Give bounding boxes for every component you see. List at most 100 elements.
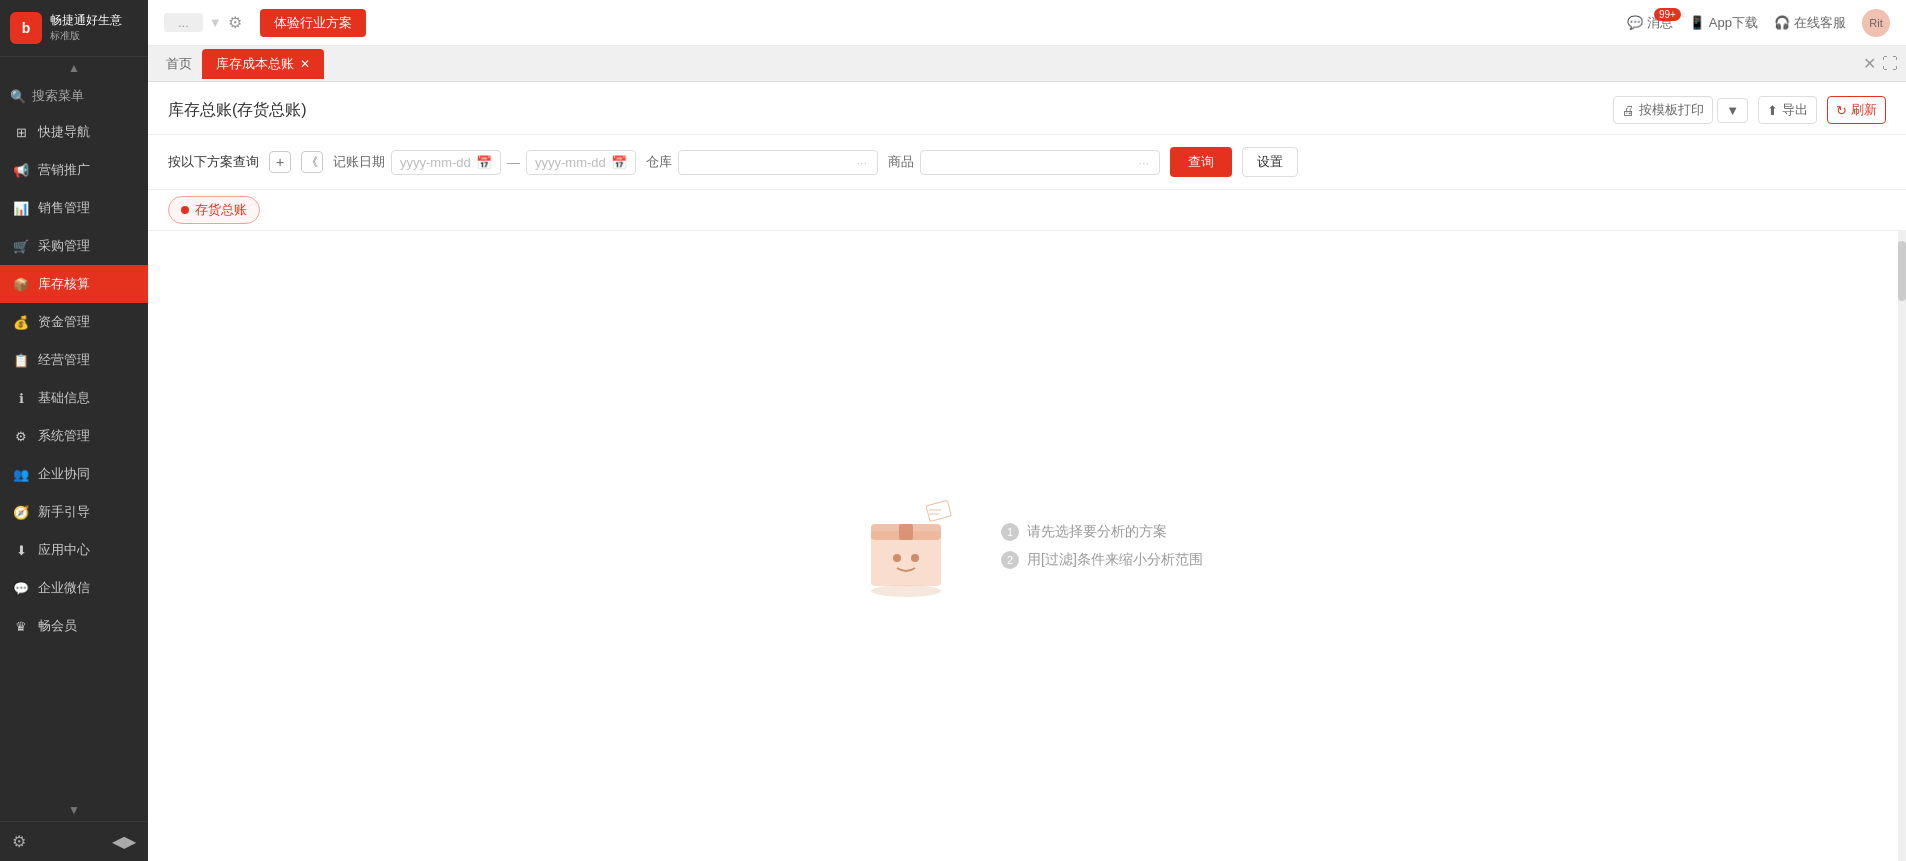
print-btn-group: 🖨 按模板打印 ▼ <box>1613 96 1748 124</box>
date-end-input[interactable]: yyyy-mm-dd 📅 <box>526 150 636 175</box>
sidebar-item-system[interactable]: ⚙ 系统管理 <box>0 417 148 455</box>
sidebar-item-capital[interactable]: 💰 资金管理 <box>0 303 148 341</box>
user-avatar[interactable]: Rit <box>1862 9 1890 37</box>
active-tab-label: 库存成本总账 <box>216 55 294 73</box>
panel-close-icon[interactable]: ✕ <box>1863 54 1876 73</box>
sidebar-item-label: 基础信息 <box>38 389 90 407</box>
trial-button[interactable]: 体验行业方案 <box>260 9 366 37</box>
sidebar-item-basic[interactable]: ℹ 基础信息 <box>0 379 148 417</box>
megaphone-icon: 📢 <box>12 161 30 179</box>
product-input[interactable]: ··· <box>920 150 1160 175</box>
sidebar-footer: ⚙ ◀▶ <box>0 821 148 861</box>
app-name: 畅捷通好生意 <box>50 13 122 29</box>
sidebar-item-label: 销售管理 <box>38 199 90 217</box>
refresh-button[interactable]: ↻ 刷新 <box>1827 96 1886 124</box>
sidebar-item-sales[interactable]: 📊 销售管理 <box>0 189 148 227</box>
support-button[interactable]: 🎧 在线客服 <box>1774 14 1846 32</box>
tab-home[interactable]: 首页 <box>156 49 202 79</box>
sidebar-item-label: 畅会员 <box>38 617 77 635</box>
empty-illustration <box>851 486 971 606</box>
sidebar-item-purchase[interactable]: 🛒 采购管理 <box>0 227 148 265</box>
member-icon: ♛ <box>12 617 30 635</box>
main-content: ... ▼ ⚙ 体验行业方案 💬 消息 99+ 📱 App下载 🎧 在线客服 R… <box>148 0 1906 861</box>
calendar-icon-start: 📅 <box>476 155 492 170</box>
tip-num-2: 2 <box>1001 551 1019 569</box>
filter-collapse-button[interactable]: 《 <box>301 151 323 173</box>
query-button[interactable]: 查询 <box>1170 147 1232 177</box>
warehouse-more-icon: ··· <box>856 155 867 170</box>
scheme-bar: 存货总账 <box>148 190 1906 231</box>
message-icon: 💬 <box>1627 15 1643 30</box>
tab-inventory-ledger[interactable]: 库存成本总账 ✕ <box>202 49 324 79</box>
scroll-up-arrow[interactable]: ▲ <box>0 57 148 79</box>
sidebar-item-marketing[interactable]: 📢 营销推广 <box>0 151 148 189</box>
tab-bar: 首页 库存成本总账 ✕ ✕ ⛶ <box>148 46 1906 82</box>
warehouse-filter-group: 仓库 ··· <box>646 150 878 175</box>
sidebar-search[interactable]: 🔍 搜索菜单 <box>0 79 148 113</box>
right-scrollbar[interactable] <box>1898 231 1906 861</box>
sidebar-item-inventory[interactable]: 📦 库存核算 <box>0 265 148 303</box>
empty-state: 1 请先选择要分析的方案 2 用[过滤]条件来缩小分析范围 <box>851 486 1203 606</box>
header-settings-icon[interactable]: ⚙ <box>228 13 242 32</box>
scrollbar-thumb[interactable] <box>1898 241 1906 301</box>
sidebar-item-label: 营销推广 <box>38 161 90 179</box>
settings-footer-icon[interactable]: ⚙ <box>12 832 26 851</box>
appstore-icon: ⬇ <box>12 541 30 559</box>
page-actions: 🖨 按模板打印 ▼ ⬆ 导出 ↻ 刷新 <box>1613 96 1886 124</box>
breadcrumb: ... ▼ ⚙ 体验行业方案 <box>164 9 1627 37</box>
refresh-icon: ↻ <box>1836 103 1847 118</box>
sidebar-item-label: 企业协同 <box>38 465 90 483</box>
sidebar-item-enterprise[interactable]: 👥 企业协同 <box>0 455 148 493</box>
svg-rect-2 <box>899 524 913 540</box>
chart-icon: 📊 <box>12 199 30 217</box>
filter-settings-button[interactable]: 设置 <box>1242 147 1298 177</box>
empty-svg <box>851 486 971 606</box>
scheme-dot <box>181 206 189 214</box>
sidebar-item-label: 快捷导航 <box>38 123 90 141</box>
breadcrumb-text[interactable]: ... <box>164 13 203 32</box>
scheme-item[interactable]: 存货总账 <box>168 196 260 224</box>
search-icon: 🔍 <box>10 89 26 104</box>
header-right: 💬 消息 99+ 📱 App下载 🎧 在线客服 Rit <box>1627 9 1890 37</box>
print-button[interactable]: 🖨 按模板打印 <box>1613 96 1713 124</box>
sidebar-item-label: 库存核算 <box>38 275 90 293</box>
product-filter-group: 商品 ··· <box>888 150 1160 175</box>
export-button[interactable]: ⬆ 导出 <box>1758 96 1817 124</box>
money-icon: 💰 <box>12 313 30 331</box>
print-dropdown-btn[interactable]: ▼ <box>1717 98 1748 123</box>
warehouse-input[interactable]: ··· <box>678 150 878 175</box>
export-icon: ⬆ <box>1767 103 1778 118</box>
scheme-label: 存货总账 <box>195 201 247 219</box>
collapse-icon[interactable]: ◀▶ <box>112 832 136 851</box>
svg-point-3 <box>893 554 901 562</box>
panel-expand-icon[interactable]: ⛶ <box>1882 55 1898 73</box>
date-start-placeholder: yyyy-mm-dd <box>400 155 471 170</box>
app-logo: b 畅捷通好生意 标准版 <box>0 0 148 57</box>
box-icon: 📦 <box>12 275 30 293</box>
team-icon: 👥 <box>12 465 30 483</box>
date-end-placeholder: yyyy-mm-dd <box>535 155 606 170</box>
date-label: 记账日期 <box>333 153 385 171</box>
filter-bar: 按以下方案查询 + 《 记账日期 yyyy-mm-dd 📅 — yyyy-mm-… <box>148 135 1906 190</box>
sidebar-item-quick-nav[interactable]: ⊞ 快捷导航 <box>0 113 148 151</box>
svg-point-4 <box>911 554 919 562</box>
date-start-input[interactable]: yyyy-mm-dd 📅 <box>391 150 501 175</box>
scroll-down-arrow[interactable]: ▼ <box>0 799 148 821</box>
app-download-button[interactable]: 📱 App下载 <box>1689 14 1758 32</box>
report-icon: 📋 <box>12 351 30 369</box>
sidebar-item-guide[interactable]: 🧭 新手引导 <box>0 493 148 531</box>
warehouse-label: 仓库 <box>646 153 672 171</box>
cart-icon: 🛒 <box>12 237 30 255</box>
sidebar-item-label: 经营管理 <box>38 351 90 369</box>
tip-text-2: 用[过滤]条件来缩小分析范围 <box>1027 551 1203 569</box>
tab-close-icon[interactable]: ✕ <box>300 57 310 71</box>
sidebar-item-operation[interactable]: 📋 经营管理 <box>0 341 148 379</box>
filter-add-button[interactable]: + <box>269 151 291 173</box>
messages-button[interactable]: 💬 消息 99+ <box>1627 14 1673 32</box>
wechat-icon: 💬 <box>12 579 30 597</box>
sidebar-item-member[interactable]: ♛ 畅会员 <box>0 607 148 645</box>
sidebar-item-appstore[interactable]: ⬇ 应用中心 <box>0 531 148 569</box>
sidebar-item-wechat[interactable]: 💬 企业微信 <box>0 569 148 607</box>
date-separator: — <box>507 155 520 170</box>
phone-icon: 📱 <box>1689 15 1705 30</box>
